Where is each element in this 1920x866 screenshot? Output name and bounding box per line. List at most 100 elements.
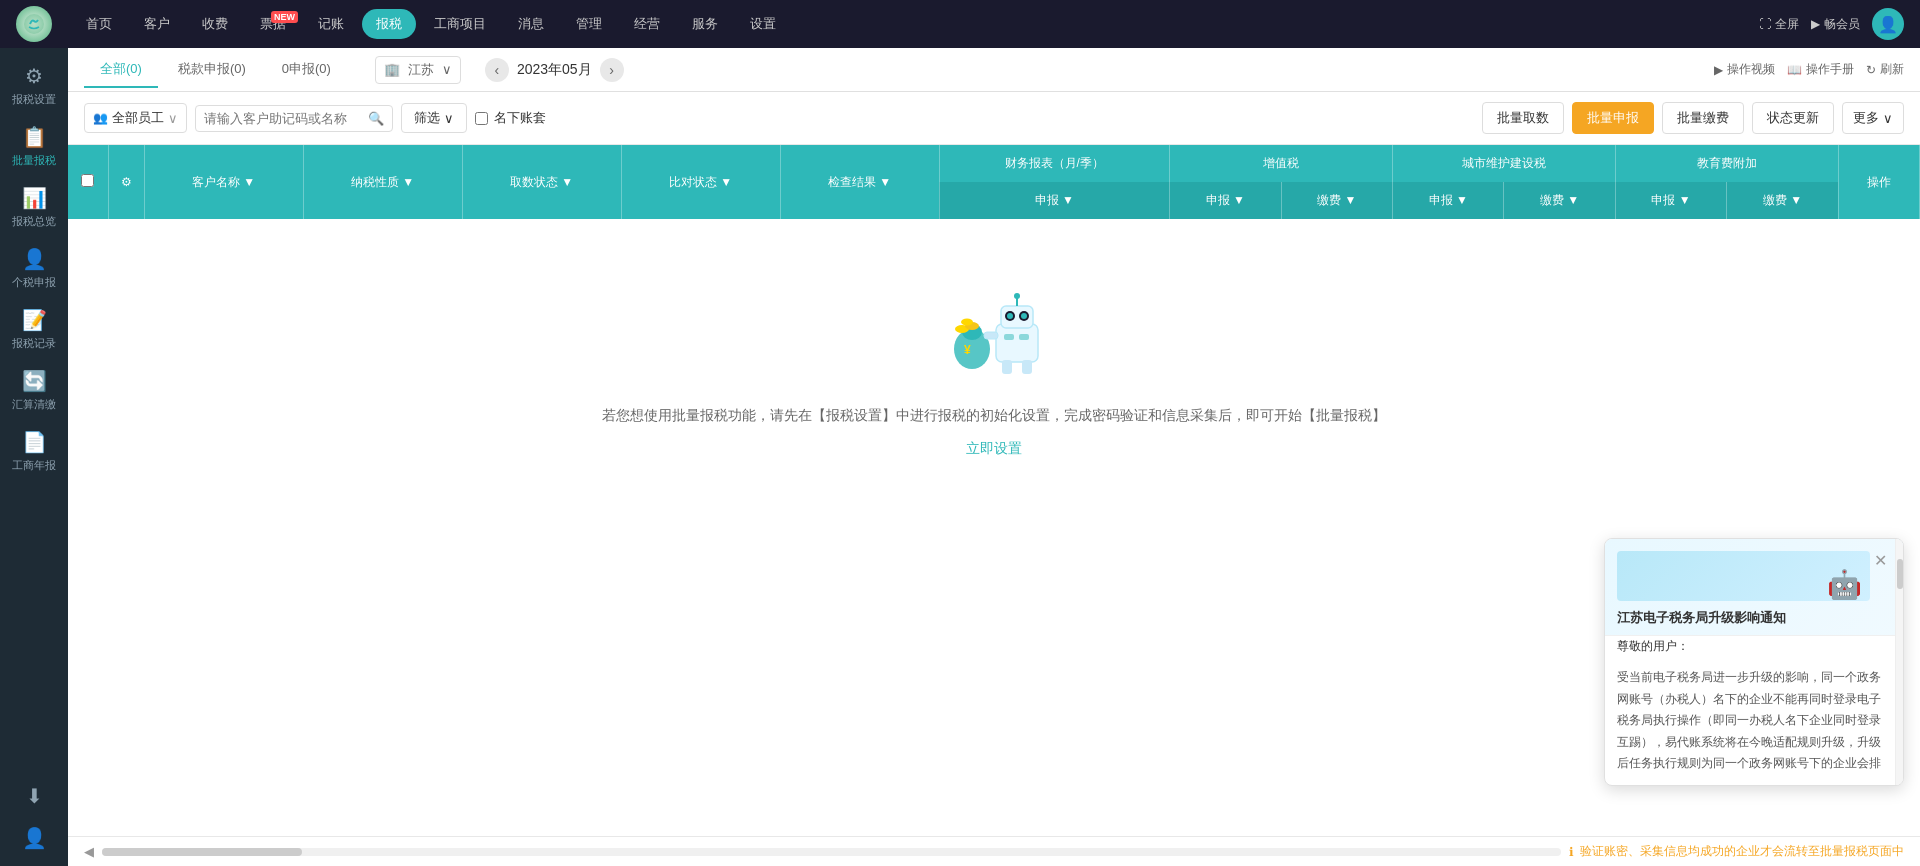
employee-selector[interactable]: 👥 全部员工 ∨ xyxy=(84,103,187,133)
horizontal-scrollbar[interactable] xyxy=(102,848,1561,856)
region-selector[interactable]: 🏢 江苏 ∨ xyxy=(375,56,461,84)
more-button[interactable]: 更多 ∨ xyxy=(1842,102,1904,134)
notif-scrollbar xyxy=(1895,539,1903,785)
bottom-bar: ◀ ℹ 验证账密、采集信息均成功的企业才会流转至批量报税页面中 xyxy=(68,836,1920,866)
nav-customer[interactable]: 客户 xyxy=(130,9,184,39)
sort-icon-fr[interactable]: ▼ xyxy=(1062,193,1074,207)
sort-icon-vp[interactable]: ▼ xyxy=(1344,193,1356,207)
tab-tax-return-count: (0) xyxy=(230,61,246,76)
status-update-button[interactable]: 状态更新 xyxy=(1752,102,1834,134)
more-label: 更多 xyxy=(1853,109,1879,127)
video-help-label: 操作视频 xyxy=(1727,61,1775,78)
sidebar-label-annual-report: 工商年报 xyxy=(12,458,56,473)
sidebar-item-tax-summary[interactable]: 📊 报税总览 xyxy=(3,178,65,237)
sort-icon-er[interactable]: ▼ xyxy=(1679,193,1691,207)
bottom-info: ℹ 验证账密、采集信息均成功的企业才会流转至批量报税页面中 xyxy=(1569,843,1904,860)
toolbar-right: 批量取数 批量申报 批量缴费 状态更新 更多 ∨ xyxy=(1482,102,1904,134)
accounts-checkbox[interactable] xyxy=(475,112,488,125)
next-month-button[interactable]: › xyxy=(600,58,624,82)
sidebar-label-tax-record: 报税记录 xyxy=(12,336,56,351)
region-icon: 🏢 xyxy=(384,62,400,77)
refresh-button[interactable]: ↻ 刷新 xyxy=(1866,61,1904,78)
nav-invoice[interactable]: 票据 xyxy=(246,9,300,39)
sort-icon-check[interactable]: ▼ xyxy=(879,175,891,189)
svg-rect-17 xyxy=(1022,360,1032,374)
prev-month-button[interactable]: ‹ xyxy=(485,58,509,82)
nav-message[interactable]: 消息 xyxy=(504,9,558,39)
th-urban-report: 申报 ▼ xyxy=(1392,182,1503,219)
th-checkbox xyxy=(68,145,108,219)
search-box[interactable]: 🔍 xyxy=(195,105,393,132)
notif-header-content: 🤖 江苏电子税务局升级影响通知 xyxy=(1617,551,1870,627)
sidebar-item-tax-settings[interactable]: ⚙ 报税设置 xyxy=(3,56,65,115)
batch-pay-button[interactable]: 批量缴费 xyxy=(1662,102,1744,134)
nav-tax[interactable]: 报税 xyxy=(362,9,416,39)
month-nav: ‹ 2023年05月 › xyxy=(485,58,624,82)
notif-close-button[interactable]: ✕ xyxy=(1870,551,1891,570)
empty-state-message: 若您想使用批量报税功能，请先在【报税设置】中进行报税的初始化设置，完成密码验证和… xyxy=(602,403,1386,428)
empty-state-row: ¥ xyxy=(68,219,1920,518)
select-all-checkbox[interactable] xyxy=(81,174,94,187)
th-financial-report: 财务报表（月/季） xyxy=(939,145,1170,182)
sidebar-item-personal-tax[interactable]: 👤 个税申报 xyxy=(3,239,65,298)
region-label: 江苏 xyxy=(408,61,434,79)
video-help-link[interactable]: ▶ 操作视频 xyxy=(1714,61,1775,78)
nav-business[interactable]: 工商项目 xyxy=(420,9,500,39)
nav-home[interactable]: 首页 xyxy=(72,9,126,39)
fullscreen-button[interactable]: ⛶ 全屏 xyxy=(1759,16,1799,33)
sidebar-item-annual-report[interactable]: 📄 工商年报 xyxy=(3,422,65,481)
personal-tax-icon: 👤 xyxy=(22,247,47,271)
th-edu-pay: 缴费 ▼ xyxy=(1727,182,1838,219)
manual-icon: 📖 xyxy=(1787,63,1802,77)
nav-settings[interactable]: 设置 xyxy=(736,9,790,39)
checkbox-accounts[interactable]: 名下账套 xyxy=(475,109,546,127)
refresh-label: 刷新 xyxy=(1880,61,1904,78)
nav-operation[interactable]: 经营 xyxy=(620,9,674,39)
tab-all[interactable]: 全部(0) xyxy=(84,52,158,88)
employee-icon: 👥 xyxy=(93,111,108,125)
sidebar-item-download[interactable]: ⬇ xyxy=(3,776,65,816)
sort-icon-ur[interactable]: ▼ xyxy=(1456,193,1468,207)
sort-icon-compare[interactable]: ▼ xyxy=(720,175,732,189)
notification-popup: 🤖 江苏电子税务局升级影响通知 ✕ 尊敬的用户： 受当前电子税务局进一步升级的影… xyxy=(1604,538,1904,786)
th-check-result: 检查结果 ▼ xyxy=(780,145,939,219)
setup-link[interactable]: 立即设置 xyxy=(966,440,1022,458)
nav-accounting[interactable]: 记账 xyxy=(304,9,358,39)
svg-rect-16 xyxy=(1002,360,1012,374)
sort-icon-tax-type[interactable]: ▼ xyxy=(402,175,414,189)
month-display: 2023年05月 xyxy=(517,61,592,79)
sidebar-item-batch-tax[interactable]: 📋 批量报税 xyxy=(3,117,65,176)
fullscreen-icon: ⛶ xyxy=(1759,17,1771,31)
th-vat-report: 申报 ▼ xyxy=(1170,182,1281,219)
toolbar: 👥 全部员工 ∨ 🔍 筛选 ∨ 名下账套 批量取数 批量申报 批量缴费 状态更新 xyxy=(68,92,1920,145)
sort-icon-client[interactable]: ▼ xyxy=(243,175,255,189)
member-label: 畅会员 xyxy=(1824,16,1860,33)
manual-help-link[interactable]: 📖 操作手册 xyxy=(1787,61,1854,78)
filter-button[interactable]: 筛选 ∨ xyxy=(401,103,467,133)
user-avatar[interactable]: 👤 xyxy=(1872,8,1904,40)
member-button[interactable]: ▶ 畅会员 xyxy=(1811,16,1860,33)
th-edu-report: 申报 ▼ xyxy=(1615,182,1726,219)
scroll-left-arrow[interactable]: ◀ xyxy=(84,844,94,859)
sidebar-item-tax-record[interactable]: 📝 报税记录 xyxy=(3,300,65,359)
sort-icon-up[interactable]: ▼ xyxy=(1567,193,1579,207)
sort-icon-ep[interactable]: ▼ xyxy=(1790,193,1802,207)
tab-zero-return[interactable]: 0申报(0) xyxy=(266,52,347,88)
notif-banner: 🤖 xyxy=(1617,551,1870,601)
th-vat: 增值税 xyxy=(1170,145,1393,182)
nav-manage[interactable]: 管理 xyxy=(562,9,616,39)
setting-icon[interactable]: ⚙ xyxy=(121,175,132,189)
search-input[interactable] xyxy=(204,111,364,126)
nav-billing[interactable]: 收费 xyxy=(188,9,242,39)
batch-fetch-button[interactable]: 批量取数 xyxy=(1482,102,1564,134)
sort-icon-vr[interactable]: ▼ xyxy=(1233,193,1245,207)
sort-icon-fetch[interactable]: ▼ xyxy=(561,175,573,189)
app-logo[interactable] xyxy=(16,6,52,42)
sidebar-item-user[interactable]: 👤 xyxy=(3,818,65,858)
settlement-icon: 🔄 xyxy=(22,369,47,393)
nav-service[interactable]: 服务 xyxy=(678,9,732,39)
tab-tax-return[interactable]: 税款申报(0) xyxy=(162,52,262,88)
batch-report-button[interactable]: 批量申报 xyxy=(1572,102,1654,134)
sidebar-item-settlement[interactable]: 🔄 汇算清缴 xyxy=(3,361,65,420)
sidebar-label-batch-tax: 批量报税 xyxy=(12,153,56,168)
